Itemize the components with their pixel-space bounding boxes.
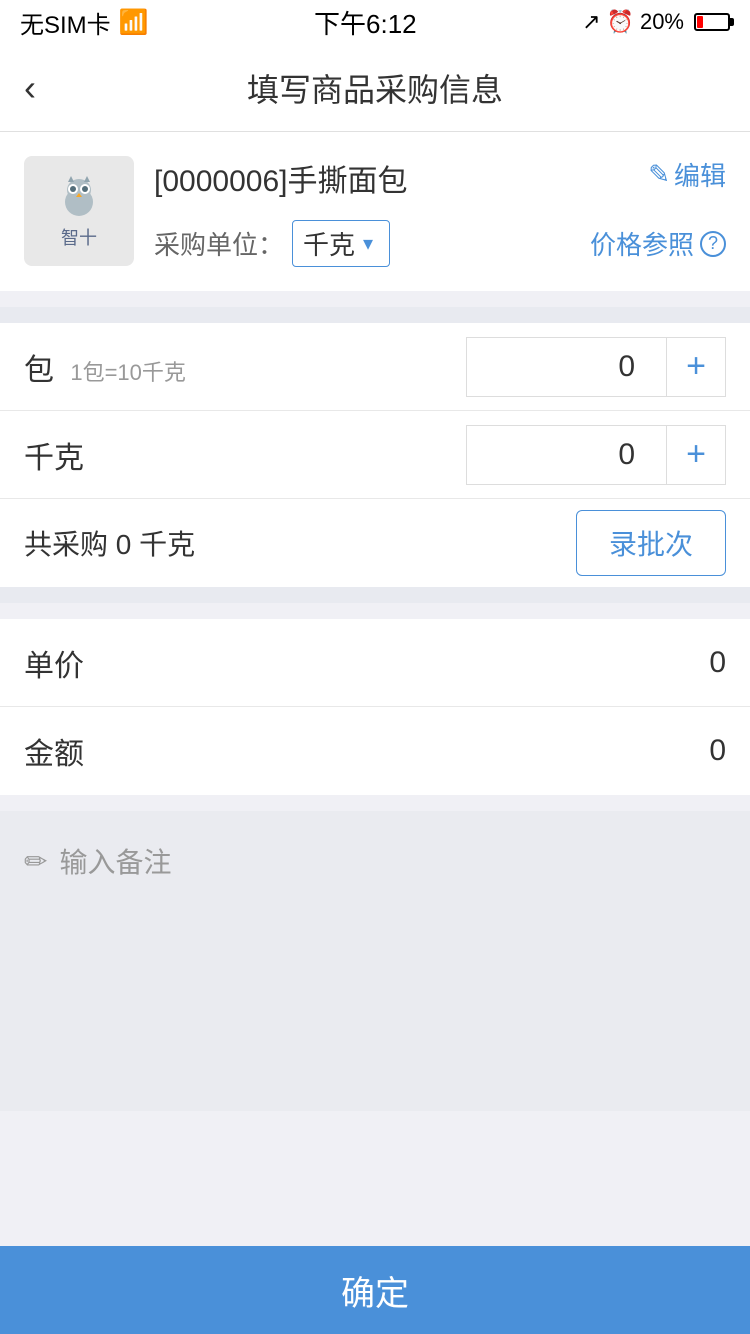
unit-price-row: 单价 0 xyxy=(0,619,750,707)
notes-section[interactable]: ✏ 输入备注 xyxy=(0,811,750,911)
battery-percent: 20% xyxy=(640,9,684,35)
kg-quantity-input[interactable] xyxy=(466,425,666,485)
back-button[interactable]: ‹ xyxy=(24,67,36,109)
product-logo: 智十 xyxy=(54,172,104,250)
unit-select[interactable]: 千克 ▾ xyxy=(292,220,390,267)
bag-label: 包 xyxy=(24,354,54,387)
bag-label-wrap: 包 1包=10千克 xyxy=(24,345,466,389)
dropdown-icon: ▾ xyxy=(363,231,373,256)
product-name-row: [0000006]手撕面包 ✎ 编辑 xyxy=(154,156,726,200)
edit-icon: ✎ xyxy=(648,159,670,190)
product-card: 智十 [0000006]手撕面包 ✎ 编辑 采购单位： 千克 ▾ xyxy=(0,132,750,291)
price-section: 单价 0 金额 0 xyxy=(0,619,750,795)
location-icon: ↗ xyxy=(582,9,600,35)
amount-row: 金额 0 xyxy=(0,707,750,795)
kg-input-row: 千克 + xyxy=(0,411,750,499)
confirm-button-label: 确定 xyxy=(341,1266,409,1315)
status-bar: 无SIM卡 📶 下午6:12 ↗ ⏰ 20% xyxy=(0,0,750,44)
pencil-icon: ✏ xyxy=(24,845,47,878)
record-batch-button[interactable]: 录批次 xyxy=(576,510,726,576)
bag-input-wrap: + xyxy=(466,337,726,397)
main-content: 智十 [0000006]手撕面包 ✎ 编辑 采购单位： 千克 ▾ xyxy=(0,132,750,1111)
logo-text: 智十 xyxy=(61,224,97,250)
price-ref-button[interactable]: 价格参照 ? xyxy=(590,225,726,262)
battery-icon xyxy=(694,13,730,31)
bottom-spacer xyxy=(0,911,750,1111)
total-amount: 0 xyxy=(116,529,132,560)
kg-plus-button[interactable]: + xyxy=(666,425,726,485)
product-name: [0000006]手撕面包 xyxy=(154,156,648,200)
product-info: [0000006]手撕面包 ✎ 编辑 采购单位： 千克 ▾ 价格参照 ? xyxy=(154,156,726,267)
status-time: 下午6:12 xyxy=(314,4,417,41)
bag-input-row: 包 1包=10千克 + xyxy=(0,323,750,411)
product-image: 智十 xyxy=(24,156,134,266)
amount-label: 金额 xyxy=(24,729,84,773)
wifi-icon: 📶 xyxy=(119,8,149,37)
notes-placeholder: 输入备注 xyxy=(59,841,171,881)
unit-price-value: 0 xyxy=(709,646,726,680)
help-icon: ? xyxy=(700,231,726,257)
alarm-icon: ⏰ xyxy=(607,9,634,35)
nav-bar: ‹ 填写商品采购信息 xyxy=(0,44,750,132)
unit-price-label: 单价 xyxy=(24,641,84,685)
section-divider-2 xyxy=(0,587,750,603)
kg-label: 千克 xyxy=(24,433,466,477)
bag-input-section: 包 1包=10千克 + 千克 + xyxy=(0,323,750,499)
edit-button[interactable]: ✎ 编辑 xyxy=(648,156,726,193)
kg-input-wrap: + xyxy=(466,425,726,485)
bag-quantity-input[interactable] xyxy=(466,337,666,397)
section-divider-1 xyxy=(0,307,750,323)
unit-value: 千克 xyxy=(303,225,355,262)
page-title: 填写商品采购信息 xyxy=(247,65,503,111)
unit-row: 采购单位： 千克 ▾ 价格参照 ? xyxy=(154,220,726,267)
unit-label: 采购单位： xyxy=(154,225,284,262)
total-unit: 千克 xyxy=(139,529,195,560)
confirm-button[interactable]: 确定 xyxy=(0,1246,750,1334)
total-label: 共采购 0 千克 xyxy=(24,523,195,563)
amount-value: 0 xyxy=(709,734,726,768)
status-right: ↗ ⏰ 20% xyxy=(582,9,730,35)
status-left: 无SIM卡 📶 xyxy=(20,5,149,40)
total-row: 共采购 0 千克 录批次 xyxy=(0,499,750,587)
carrier-label: 无SIM卡 xyxy=(20,5,111,40)
bag-plus-button[interactable]: + xyxy=(666,337,726,397)
bag-sublabel: 1包=10千克 xyxy=(70,360,186,385)
